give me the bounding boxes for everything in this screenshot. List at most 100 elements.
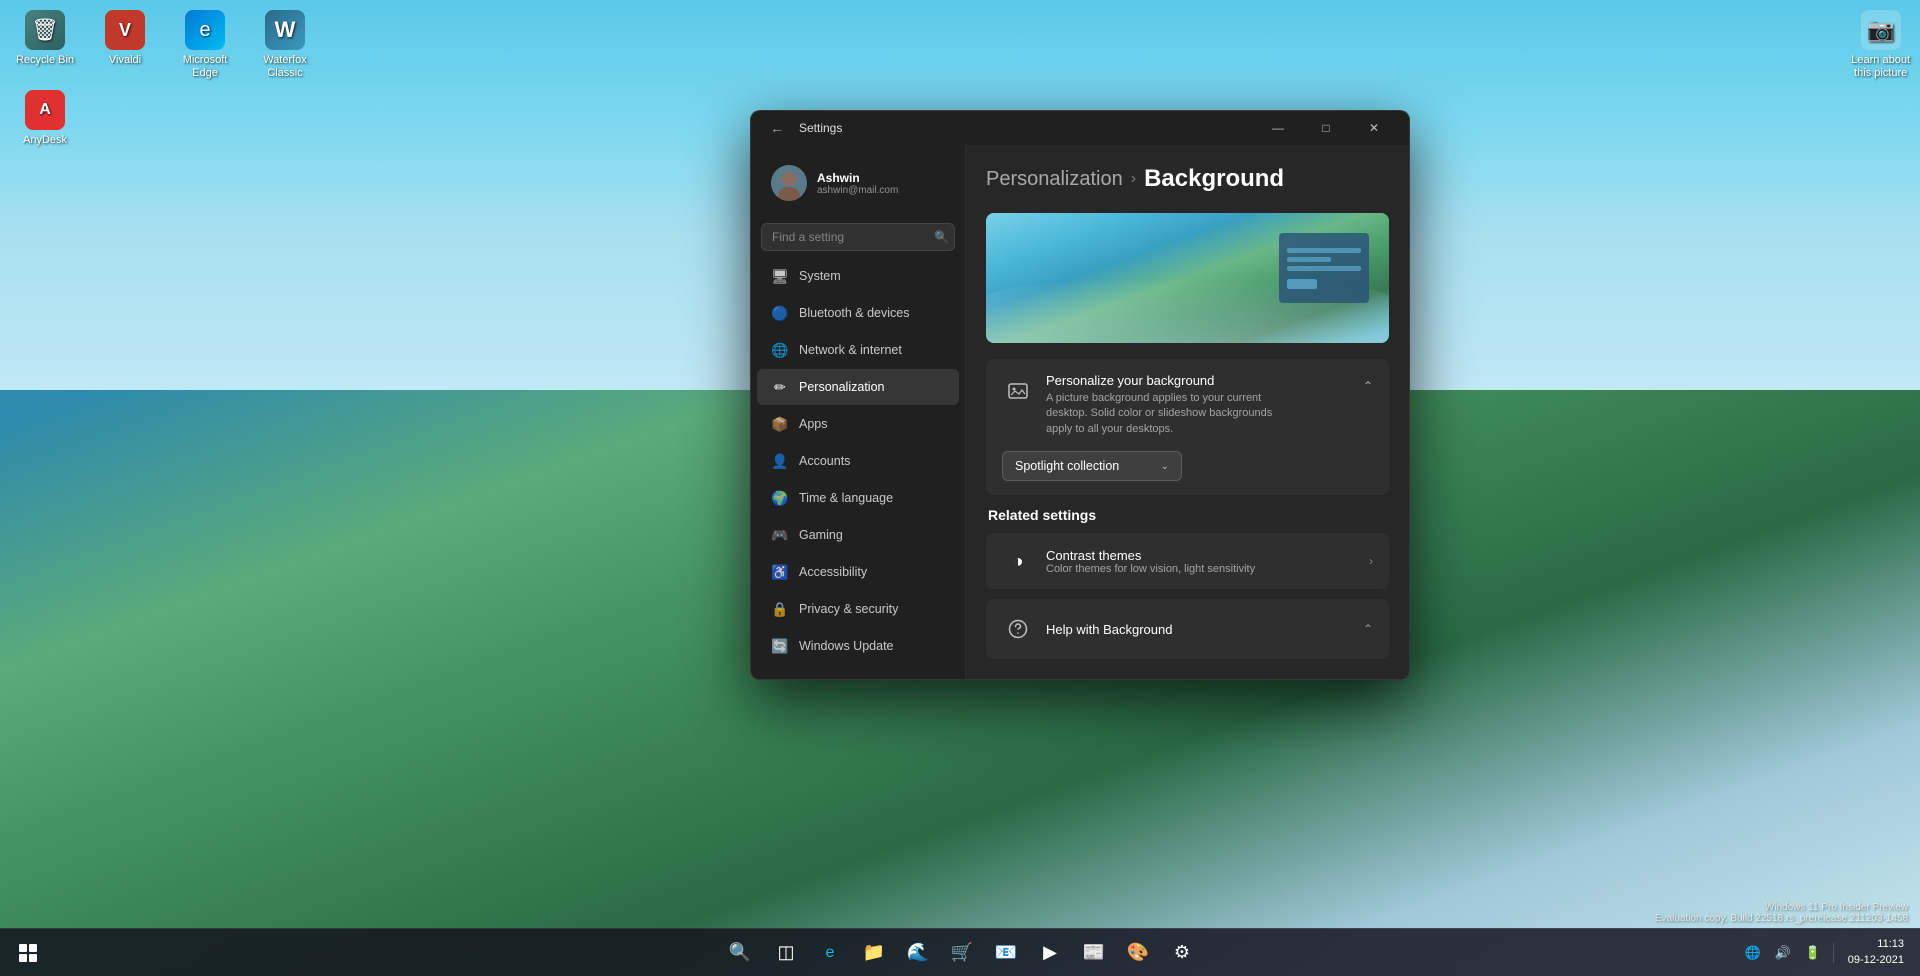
help-chevron-icon: ⌃ (1363, 622, 1373, 636)
taskbar-paint-button[interactable]: 🎨 (1118, 933, 1158, 973)
edge-icon: e (185, 10, 225, 50)
recycle-bin-icon: 🗑 (25, 10, 65, 50)
preview-line-2 (1287, 257, 1331, 262)
taskbar-separator (1833, 943, 1834, 963)
taskbar-store-button[interactable]: 🛒 (942, 933, 982, 973)
related-settings-container: Related settings ◑ Contrast themes Color… (986, 507, 1389, 589)
personalize-section-chevron: ⌃ (1363, 379, 1373, 393)
sidebar-item-personalization[interactable]: ✏ Personalization (757, 369, 959, 405)
preview-window-mockup (1279, 233, 1369, 303)
privacy-icon: 🔒 (771, 600, 789, 618)
help-header-left: Help with Background (1002, 613, 1172, 645)
help-section-header[interactable]: Help with Background ⌃ (986, 599, 1389, 659)
desktop-icon-waterfox[interactable]: W Waterfox Classic (250, 10, 320, 80)
taskbar-search-button[interactable]: 🔍 (718, 933, 762, 973)
titlebar-left: ← Settings (763, 114, 842, 142)
personalize-background-section: Personalize your background A picture ba… (986, 359, 1389, 495)
taskbar-date-display: 09-12-2021 (1848, 953, 1904, 968)
waterfox-label: Waterfox Classic (250, 54, 320, 80)
taskbar-media-button[interactable]: ▶ (1030, 933, 1070, 973)
start-button[interactable] (8, 933, 48, 973)
taskbar-task-view-button[interactable]: ◫ (766, 933, 806, 973)
tray-network-icon[interactable]: 🌐 (1739, 939, 1767, 967)
window-content: Ashwin ashwin@mail.com 🔍 🖥 System (751, 145, 1409, 679)
learn-about-label: Learn aboutthis picture (1851, 54, 1910, 80)
taskbar-browser-button[interactable]: 🌊 (898, 933, 938, 973)
breadcrumb-separator: › (1131, 170, 1136, 188)
sidebar-item-accessibility[interactable]: ♿ Accessibility (757, 554, 959, 590)
breadcrumb-personalization[interactable]: Personalization (986, 168, 1123, 191)
window-titlebar: ← Settings — □ ✕ (751, 111, 1409, 145)
settings-sidebar: Ashwin ashwin@mail.com 🔍 🖥 System (751, 145, 966, 679)
sidebar-item-network[interactable]: 🌐 Network & internet (757, 332, 959, 368)
search-icon: 🔍 (934, 230, 949, 244)
desktop-icon-vivaldi[interactable]: V Vivaldi (90, 10, 160, 80)
taskbar-edge-button[interactable]: e (810, 933, 850, 973)
personalization-icon: ✏ (771, 378, 789, 396)
personalize-section-header[interactable]: Personalize your background A picture ba… (986, 359, 1389, 451)
apps-label: Apps (799, 417, 828, 431)
preview-line-1 (1287, 248, 1361, 253)
accounts-label: Accounts (799, 454, 850, 468)
personalize-section-body: Spotlight collection ⌄ (986, 451, 1389, 495)
window-title: Settings (799, 121, 842, 135)
desktop-icon-anydesk[interactable]: A AnyDesk (10, 90, 80, 147)
user-profile[interactable]: Ashwin ashwin@mail.com (757, 155, 959, 211)
preview-btn-mockup (1287, 279, 1317, 289)
evaluation-notice: Windows 11 Pro Insider Preview Evaluatio… (1655, 902, 1908, 924)
taskbar-mail-button[interactable]: 📧 (986, 933, 1026, 973)
sidebar-item-system[interactable]: 🖥 System (757, 258, 959, 294)
sidebar-item-apps[interactable]: 📦 Apps (757, 406, 959, 442)
settings-main-content: Personalization › Background (966, 145, 1409, 679)
win-logo-br (29, 954, 37, 962)
sidebar-item-time-language[interactable]: 🌍 Time & language (757, 480, 959, 516)
accessibility-icon: ♿ (771, 563, 789, 581)
learn-about-picture-icon[interactable]: 📷 Learn aboutthis picture (1851, 10, 1910, 80)
taskbar-news-button[interactable]: 📰 (1074, 933, 1114, 973)
tray-sound-icon[interactable]: 🔊 (1769, 939, 1797, 967)
sidebar-item-accounts[interactable]: 👤 Accounts (757, 443, 959, 479)
background-type-dropdown[interactable]: Spotlight collection ⌄ (1002, 451, 1182, 481)
taskbar-file-explorer-button[interactable]: 📁 (854, 933, 894, 973)
preview-line-3 (1287, 266, 1361, 271)
minimize-button[interactable]: — (1255, 112, 1301, 144)
personalization-label: Personalization (799, 380, 884, 394)
desktop-icon-recycle-bin[interactable]: 🗑 Recycle Bin (10, 10, 80, 80)
settings-search-input[interactable] (761, 223, 955, 251)
settings-window: ← Settings — □ ✕ (750, 110, 1410, 680)
win-logo-tl (19, 944, 27, 952)
edge-label: Microsoft Edge (170, 54, 240, 80)
taskbar-settings-button[interactable]: ⚙ (1162, 933, 1202, 973)
close-button[interactable]: ✕ (1351, 112, 1397, 144)
taskbar: 🔍 ◫ e 📁 🌊 🛒 📧 ▶ 📰 🎨 ⚙ 🌐 🔊 (0, 928, 1920, 976)
contrast-themes-title: Contrast themes (1046, 548, 1357, 563)
help-section: Help with Background ⌃ (986, 599, 1389, 659)
tray-battery-icon[interactable]: 🔋 (1799, 939, 1827, 967)
desktop-icon-edge[interactable]: e Microsoft Edge (170, 10, 240, 80)
user-info: Ashwin ashwin@mail.com (817, 171, 898, 196)
sidebar-item-bluetooth[interactable]: 🔵 Bluetooth & devices (757, 295, 959, 331)
taskbar-right: 🌐 🔊 🔋 11:13 09-12-2021 (1739, 937, 1920, 968)
windows-logo (19, 944, 37, 962)
back-button[interactable]: ← (763, 114, 791, 142)
win-logo-tr (29, 944, 37, 952)
maximize-button[interactable]: □ (1303, 112, 1349, 144)
sidebar-item-gaming[interactable]: 🎮 Gaming (757, 517, 959, 553)
taskbar-clock[interactable]: 11:13 09-12-2021 (1840, 937, 1912, 968)
taskbar-center: 🔍 ◫ e 📁 🌊 🛒 📧 ▶ 📰 🎨 ⚙ (718, 933, 1202, 973)
vivaldi-label: Vivaldi (109, 54, 141, 67)
waterfox-icon: W (265, 10, 305, 50)
vivaldi-icon: V (105, 10, 145, 50)
dropdown-arrow-icon: ⌄ (1161, 461, 1169, 472)
sidebar-item-privacy[interactable]: 🔒 Privacy & security (757, 591, 959, 627)
desktop-icons-row2: A AnyDesk (10, 90, 320, 147)
sidebar-item-windows-update[interactable]: 🔄 Windows Update (757, 628, 959, 664)
section-header-left: Personalize your background A picture ba… (1002, 373, 1296, 437)
eval-line1: Windows 11 Pro Insider Preview (1655, 902, 1908, 913)
system-icon: 🖥 (771, 267, 789, 285)
background-preview (986, 213, 1389, 343)
gaming-label: Gaming (799, 528, 843, 542)
accessibility-label: Accessibility (799, 565, 867, 579)
related-item-contrast-themes[interactable]: ◑ Contrast themes Color themes for low v… (986, 533, 1389, 589)
personalize-section-desc: A picture background applies to your cur… (1046, 391, 1296, 437)
